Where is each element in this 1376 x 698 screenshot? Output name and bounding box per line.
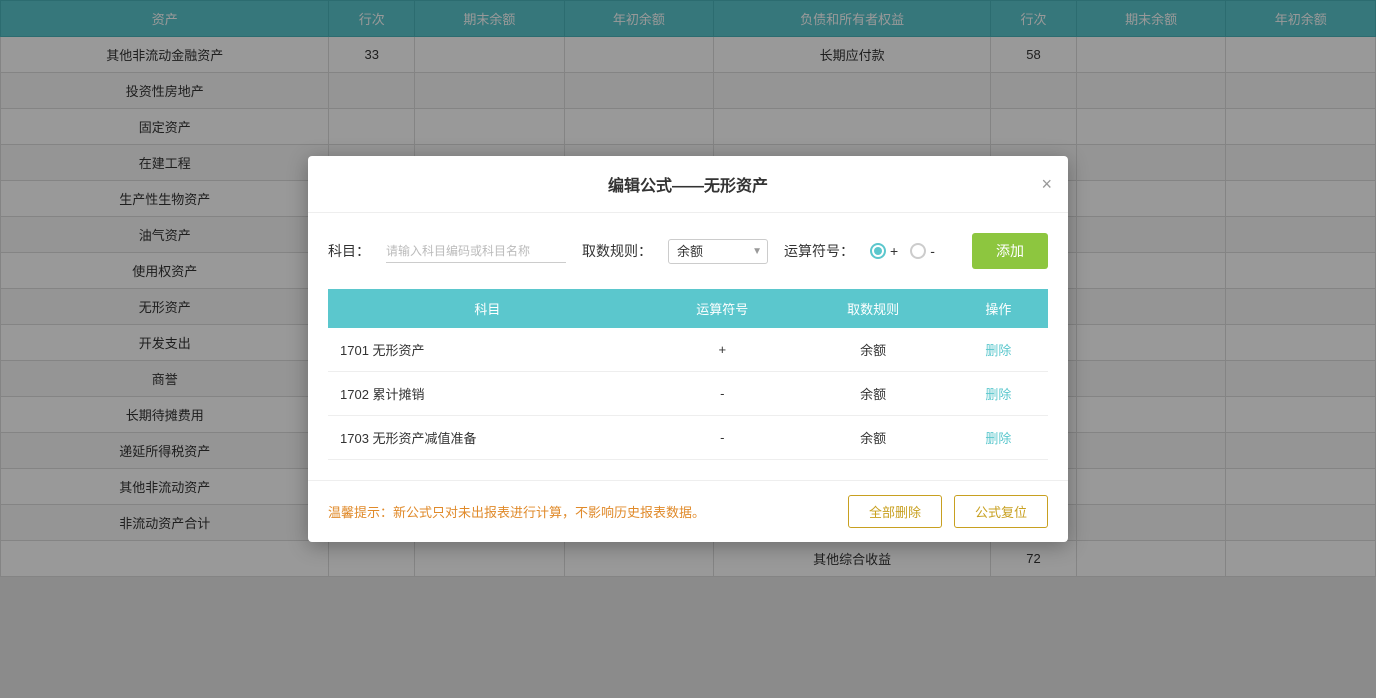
- radio-label: +: [890, 243, 898, 259]
- rule-select[interactable]: 余额借方贷方借方发生额贷方发生额: [668, 239, 768, 264]
- table-cell-operator: +: [647, 328, 798, 372]
- operator-radio-group: +-: [870, 243, 935, 259]
- subject-input[interactable]: [386, 239, 566, 263]
- rule-label: 取数规则：: [582, 241, 652, 261]
- table-cell-subject: 1703 无形资产减值准备: [328, 416, 647, 460]
- modal-dialog: 编辑公式——无形资产 × 科目： 取数规则： 余额借方贷方借方发生额贷方发生额 …: [308, 156, 1068, 542]
- table-cell-action: 删除: [949, 372, 1048, 416]
- table-cell-subject: 1701 无形资产: [328, 328, 647, 372]
- table-row: 1703 无形资产减值准备-余额 删除: [328, 416, 1048, 460]
- modal-title: 编辑公式——无形资产: [608, 178, 768, 195]
- modal-close-button[interactable]: ×: [1041, 175, 1052, 193]
- formula-table: 科目运算符号取数规则操作 1701 无形资产+余额删除1702 累计摊销-余额删…: [328, 289, 1048, 460]
- add-button[interactable]: 添加: [972, 233, 1048, 269]
- table-row: 1702 累计摊销-余额 删除: [328, 372, 1048, 416]
- table-header-cell: 操作: [949, 289, 1048, 328]
- delete-all-button[interactable]: 全部删除: [848, 495, 942, 528]
- table-header-cell: 科目: [328, 289, 647, 328]
- operator-radio-item[interactable]: -: [910, 243, 935, 259]
- table-cell-operator: -: [647, 372, 798, 416]
- table-header-cell: 取数规则: [798, 289, 949, 328]
- rule-select-wrapper: 余额借方贷方借方发生额贷方发生额 ▼: [668, 239, 768, 264]
- table-cell-subject: 1702 累计摊销: [328, 372, 647, 416]
- table-cell-operator: -: [647, 416, 798, 460]
- operator-label: 运算符号：: [784, 241, 854, 261]
- table-cell-action: 删除: [949, 328, 1048, 372]
- radio-checked-icon: [870, 243, 886, 259]
- modal-footer: 温馨提示：新公式只对未出报表进行计算，不影响历史报表数据。 全部删除 公式复位: [308, 480, 1068, 542]
- modal-header: 编辑公式——无形资产 ×: [308, 156, 1068, 213]
- footer-hint: 温馨提示：新公式只对未出报表进行计算，不影响历史报表数据。: [328, 502, 705, 521]
- table-cell-rule: 余额: [798, 372, 949, 416]
- modal-body: 科目： 取数规则： 余额借方贷方借方发生额贷方发生额 ▼ 运算符号： +- 添加…: [308, 213, 1068, 480]
- delete-row-button[interactable]: 删除: [985, 384, 1011, 403]
- table-cell-action: 删除: [949, 416, 1048, 460]
- form-row: 科目： 取数规则： 余额借方贷方借方发生额贷方发生额 ▼ 运算符号： +- 添加: [328, 233, 1048, 269]
- modal-overlay: 编辑公式——无形资产 × 科目： 取数规则： 余额借方贷方借方发生额贷方发生额 …: [0, 0, 1376, 698]
- delete-row-button[interactable]: 删除: [985, 428, 1011, 447]
- table-cell-rule: 余额: [798, 416, 949, 460]
- footer-buttons: 全部删除 公式复位: [848, 495, 1048, 528]
- radio-unchecked-icon: [910, 243, 926, 259]
- reset-formula-button[interactable]: 公式复位: [954, 495, 1048, 528]
- subject-label: 科目：: [328, 241, 370, 261]
- radio-label: -: [930, 243, 935, 259]
- table-header-cell: 运算符号: [647, 289, 798, 328]
- delete-row-button[interactable]: 删除: [985, 340, 1011, 359]
- table-cell-rule: 余额: [798, 328, 949, 372]
- table-row: 1701 无形资产+余额 删除: [328, 328, 1048, 372]
- operator-radio-item[interactable]: +: [870, 243, 898, 259]
